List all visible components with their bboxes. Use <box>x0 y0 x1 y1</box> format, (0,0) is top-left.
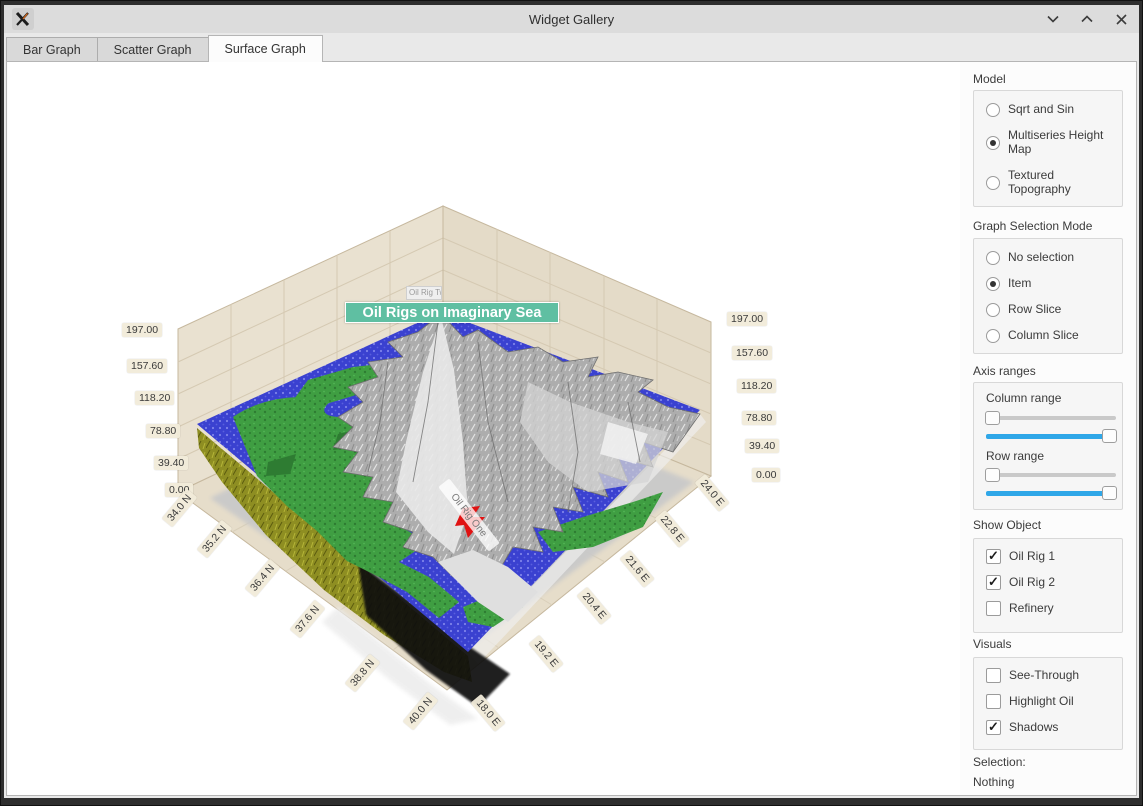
elevation-tick: 118.20 <box>135 391 174 405</box>
row-range-label: Row range <box>986 449 1044 463</box>
radio-icon[interactable] <box>986 251 1000 265</box>
selection-mode-group-label: Graph Selection Mode <box>973 219 1092 233</box>
show-object-group: Oil Rig 1 Oil Rig 2 Refinery <box>973 538 1123 633</box>
elevation-tick: 197.00 <box>727 312 767 326</box>
radio-item[interactable]: Item <box>986 277 1031 291</box>
selection-mode-group: No selection Item Row Slice Column Slice <box>973 238 1123 354</box>
maximize-button[interactable] <box>1079 11 1095 27</box>
radio-icon-selected[interactable] <box>986 277 1000 291</box>
column-range-min-slider[interactable] <box>986 411 1116 425</box>
checkbox-oil-rig-1[interactable]: Oil Rig 1 <box>986 549 1055 564</box>
tab-label: Bar Graph <box>23 43 81 57</box>
surface-graph-page: Oil Rig Two Oil Rigs on Imaginary Sea Oi… <box>6 61 1137 796</box>
minimize-button[interactable] <box>1045 11 1061 27</box>
model-group-label: Model <box>973 72 1006 86</box>
elevation-tick: 39.40 <box>745 439 779 453</box>
app-window: Widget Gallery Bar Graph Scatter G <box>0 0 1143 806</box>
elevation-tick: 78.80 <box>742 411 776 425</box>
radio-column-slice[interactable]: Column Slice <box>986 329 1079 343</box>
row-range-max-slider[interactable] <box>986 486 1116 500</box>
radio-label: Textured Topography <box>1008 169 1112 197</box>
checkbox-shadows[interactable]: Shadows <box>986 720 1058 735</box>
tab-widget: Bar Graph Scatter Graph Surface Graph <box>4 33 1139 798</box>
checkbox-label: See-Through <box>1009 669 1079 683</box>
elevation-tick: 0.00 <box>752 468 780 482</box>
radio-label: Multiseries Height Map <box>1008 129 1112 157</box>
title-bar[interactable]: Widget Gallery <box>4 5 1139 33</box>
axis-ranges-group: Column range Row range <box>973 382 1123 510</box>
elevation-tick: 157.60 <box>732 346 772 360</box>
window-title: Widget Gallery <box>4 12 1139 27</box>
slider-handle[interactable] <box>1102 429 1117 443</box>
checkbox-oil-rig-2[interactable]: Oil Rig 2 <box>986 575 1055 590</box>
axis-ranges-group-label: Axis ranges <box>973 364 1036 378</box>
visuals-group: See-Through Highlight Oil Shadows <box>973 657 1123 750</box>
tab-bar: Bar Graph Scatter Graph Surface Graph <box>6 35 322 61</box>
radio-textured-topography[interactable]: Textured Topography <box>986 169 1112 197</box>
column-range-label: Column range <box>986 391 1061 405</box>
radio-no-selection[interactable]: No selection <box>986 251 1074 265</box>
graph-title-label: Oil Rigs on Imaginary Sea <box>345 302 559 323</box>
radio-icon[interactable] <box>986 303 1000 317</box>
tab-bar-graph[interactable]: Bar Graph <box>6 37 98 61</box>
oil-rig-two-label[interactable]: Oil Rig Two <box>406 286 442 300</box>
chevron-down-icon <box>1047 15 1059 23</box>
radio-icon[interactable] <box>986 329 1000 343</box>
elevation-tick: 197.00 <box>122 323 162 337</box>
radio-icon[interactable] <box>986 103 1000 117</box>
radio-icon-selected[interactable] <box>986 136 1000 150</box>
elevation-tick: 157.60 <box>127 359 167 373</box>
radio-label: Row Slice <box>1008 303 1061 317</box>
radio-icon[interactable] <box>986 176 1000 190</box>
radio-label: Column Slice <box>1008 329 1079 343</box>
close-button[interactable] <box>1113 11 1129 27</box>
checkbox-icon[interactable] <box>986 668 1001 683</box>
control-panel: Model Sqrt and Sin Multiseries Height Ma… <box>965 62 1137 797</box>
tab-label: Scatter Graph <box>114 43 192 57</box>
checkbox-label: Oil Rig 1 <box>1009 550 1055 564</box>
tab-label: Surface Graph <box>225 42 306 56</box>
checkbox-icon-checked[interactable] <box>986 720 1001 735</box>
tab-surface-graph[interactable]: Surface Graph <box>208 35 323 62</box>
checkbox-see-through[interactable]: See-Through <box>986 668 1079 683</box>
slider-handle[interactable] <box>1102 486 1117 500</box>
checkbox-icon[interactable] <box>986 601 1001 616</box>
checkbox-label: Refinery <box>1009 602 1054 616</box>
slider-handle[interactable] <box>985 468 1000 482</box>
checkbox-label: Oil Rig 2 <box>1009 576 1055 590</box>
slider-groove[interactable] <box>986 416 1116 420</box>
checkbox-highlight-oil[interactable]: Highlight Oil <box>986 694 1074 709</box>
selection-label: Selection: <box>973 755 1026 769</box>
visuals-group-label: Visuals <box>973 637 1011 651</box>
surface-plot-3d[interactable]: Oil Rig Two Oil Rigs on Imaginary Sea Oi… <box>8 62 960 795</box>
elevation-tick: 118.20 <box>737 379 776 393</box>
radio-label: No selection <box>1008 251 1074 265</box>
checkbox-label: Shadows <box>1009 721 1058 735</box>
radio-label: Item <box>1008 277 1031 291</box>
row-range-min-slider[interactable] <box>986 468 1116 482</box>
slider-handle[interactable] <box>985 411 1000 425</box>
checkbox-label: Highlight Oil <box>1009 695 1074 709</box>
checkbox-icon-checked[interactable] <box>986 575 1001 590</box>
slider-groove[interactable] <box>986 491 1116 496</box>
radio-sqrt-and-sin[interactable]: Sqrt and Sin <box>986 103 1074 117</box>
checkbox-icon[interactable] <box>986 694 1001 709</box>
slider-groove[interactable] <box>986 434 1116 439</box>
slider-groove[interactable] <box>986 473 1116 477</box>
checkbox-refinery[interactable]: Refinery <box>986 601 1054 616</box>
elevation-tick: 78.80 <box>146 424 180 438</box>
tab-scatter-graph[interactable]: Scatter Graph <box>97 37 209 61</box>
show-object-group-label: Show Object <box>973 518 1041 532</box>
elevation-tick: 39.40 <box>154 456 188 470</box>
radio-multiseries-height-map[interactable]: Multiseries Height Map <box>986 129 1112 157</box>
radio-row-slice[interactable]: Row Slice <box>986 303 1061 317</box>
close-icon <box>1116 14 1127 25</box>
selection-value: Nothing <box>973 775 1014 789</box>
radio-label: Sqrt and Sin <box>1008 103 1074 117</box>
checkbox-icon-checked[interactable] <box>986 549 1001 564</box>
column-range-max-slider[interactable] <box>986 429 1116 443</box>
chevron-up-icon <box>1081 15 1093 23</box>
model-group: Sqrt and Sin Multiseries Height Map Text… <box>973 90 1123 207</box>
